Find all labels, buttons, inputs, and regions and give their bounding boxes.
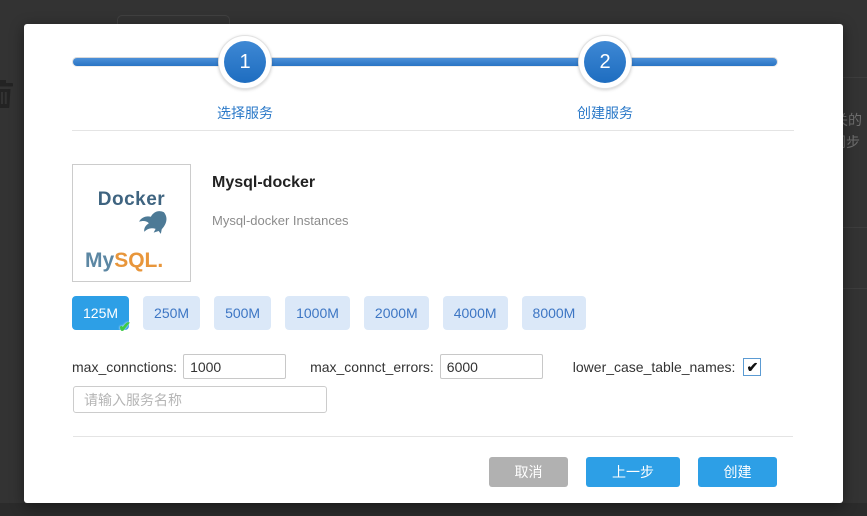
memory-option-4000m[interactable]: 4000M [442, 296, 508, 330]
footer-actions: 取消 上一步 创建 [489, 457, 777, 487]
memory-option-label: 125M [83, 305, 119, 321]
backdrop-bottom-strip [0, 503, 867, 516]
step-1-label: 选择服务 [217, 105, 273, 121]
service-title: Mysql-docker [212, 174, 316, 191]
memory-options: 125M ✔ 250M 500M 1000M 2000M 4000M 8000M [72, 296, 587, 336]
memory-option-8000m[interactable]: 8000M [521, 296, 587, 330]
memory-option-2000m[interactable]: 2000M [363, 296, 429, 330]
memory-option-1000m[interactable]: 1000M [285, 296, 350, 330]
lower-case-table-names-label: lower_case_table_names: [572, 358, 736, 375]
checkmark-icon: ✔ [746, 358, 759, 375]
cancel-button[interactable]: 取消 [489, 457, 568, 487]
step-1-circle: 1 [224, 41, 266, 83]
memory-option-250m[interactable]: 250M [143, 296, 201, 330]
memory-option-label: 1000M [296, 305, 339, 321]
max-connct-errors-input[interactable] [439, 354, 543, 379]
wizard-progress-track [72, 57, 778, 67]
footer-divider [73, 436, 793, 437]
service-name-input[interactable] [73, 386, 327, 413]
backdrop-divider [843, 288, 867, 289]
lower-case-table-names-checkbox[interactable]: ✔ [743, 357, 762, 376]
header-divider [72, 130, 794, 131]
step-2-label: 创建服务 [577, 105, 633, 121]
service-params: max_connctions: max_connct_errors: lower… [72, 354, 762, 379]
max-connct-errors-label: max_connct_errors: [310, 358, 434, 375]
memory-option-label: 500M [225, 305, 261, 321]
create-service-dialog: 1 2 选择服务 创建服务 Docker MySQL. Mysql-docker… [24, 24, 843, 503]
memory-option-500m[interactable]: 500M [214, 296, 272, 330]
backdrop-divider [843, 227, 867, 228]
service-logo: Docker MySQL. [72, 164, 191, 282]
trash-icon [0, 80, 15, 109]
docker-wordmark: Docker [97, 189, 166, 210]
max-connctions-label: max_connctions: [72, 358, 178, 375]
max-connctions-input[interactable] [183, 354, 287, 379]
selected-check-icon: ✔ [118, 319, 132, 336]
memory-option-label: 4000M [453, 305, 497, 321]
wizard-progress-fill [73, 58, 777, 66]
service-subtitle: Mysql-docker Instances [212, 213, 349, 228]
step-2-circle: 2 [584, 41, 626, 83]
wizard-step-2[interactable]: 2 [578, 35, 632, 89]
memory-option-label: 2000M [374, 305, 418, 321]
mysql-wordmark: MySQL. [85, 249, 164, 272]
mysql-dolphin-icon [136, 209, 172, 244]
create-button[interactable]: 创建 [698, 457, 777, 487]
memory-option-label: 8000M [532, 305, 576, 321]
memory-option-125m[interactable]: 125M ✔ [72, 296, 131, 336]
backdrop-divider [843, 77, 867, 78]
previous-step-button[interactable]: 上一步 [586, 457, 680, 487]
memory-option-label: 250M [154, 305, 190, 321]
wizard-step-1[interactable]: 1 [218, 35, 272, 89]
